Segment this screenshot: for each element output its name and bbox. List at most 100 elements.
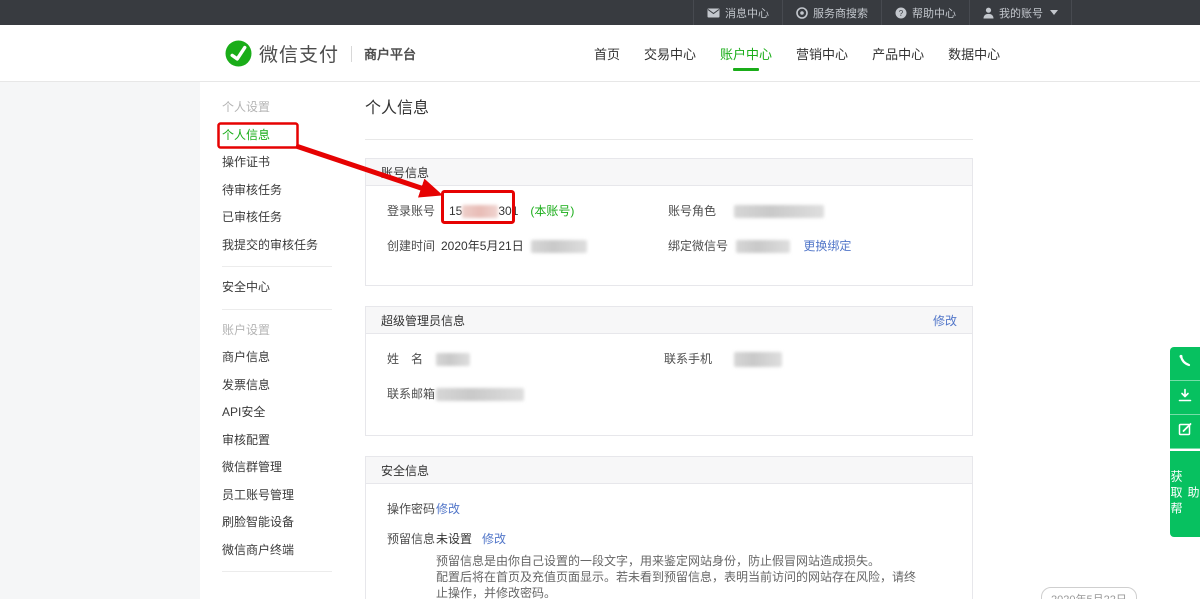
sidebar-item-my-submitted-tasks[interactable]: 我提交的审核任务 [200, 232, 345, 260]
topbar-item-message-center[interactable]: 消息中心 [693, 0, 783, 25]
admin-email-value [436, 385, 524, 403]
password-edit-link[interactable]: 修改 [436, 500, 460, 518]
reserved-info-status: 未设置 [436, 530, 472, 548]
header: 微信支付 商户平台 首页 交易中心 账户中心 营销中心 产品中心 数据中心 [0, 25, 1200, 82]
security-info-header: 安全信息 [366, 457, 972, 484]
sidebar-item-operation-certificate[interactable]: 操作证书 [200, 149, 345, 177]
sidebar-item-wechat-group-management[interactable]: 微信群管理 [200, 454, 345, 482]
topbar-item-help-center[interactable]: ? 帮助中心 [882, 0, 970, 25]
nav-item-marketing-center[interactable]: 营销中心 [794, 25, 850, 82]
admin-edit-link[interactable]: 修改 [933, 312, 957, 329]
brand-name: 微信支付 [259, 40, 339, 67]
user-icon [983, 7, 994, 19]
get-help-button[interactable]: 获取帮助 [1170, 451, 1200, 537]
sidebar-item-face-smart-device[interactable]: 刷脸智能设备 [200, 509, 345, 537]
sidebar-item-reviewed-tasks[interactable]: 已审核任务 [200, 204, 345, 232]
login-account-row: 登录账号 15301(本账号) 账号角色 [366, 202, 972, 237]
login-account-prefix: 15 [449, 204, 462, 218]
sidebar-divider [222, 266, 332, 267]
login-account-suffix: 301 [498, 204, 518, 218]
account-info-title: 账号信息 [381, 164, 429, 181]
brand: 微信支付 商户平台 [225, 25, 416, 82]
feedback-button[interactable] [1170, 415, 1200, 449]
sidebar: 个人设置 个人信息 操作证书 待审核任务 已审核任务 我提交的审核任务 安全中心… [200, 82, 345, 599]
floating-help-widget: 获取帮助 [1170, 347, 1200, 537]
sidebar-item-invoice-info[interactable]: 发票信息 [200, 372, 345, 400]
reserved-info-description: 预留信息是由你自己设置的一段文字，用来鉴定网站身份，防止假冒网站造成损失。 配置… [436, 553, 916, 599]
sidebar-group-account-settings: 账户设置 [200, 317, 345, 345]
sidebar-divider [222, 309, 332, 310]
sidebar-item-merchant-info[interactable]: 商户信息 [200, 344, 345, 372]
date-chip: 2020年5月22日 [1041, 587, 1137, 599]
admin-info-body: 姓 名 联系手机 联系邮箱 [366, 334, 972, 420]
sidebar-item-personal-info[interactable]: 个人信息 [200, 122, 345, 150]
security-info-section: 安全信息 操作密码 修改 预留信息 未设置 修改 预留信息是由你自己设置的一段文… [365, 456, 973, 599]
login-account-label: 登录账号 [387, 202, 435, 220]
redacted-wechat-id [736, 240, 790, 253]
nav-item-product-center[interactable]: 产品中心 [870, 25, 926, 82]
reserved-desc-line2: 配置后将在首页及充值页面显示。若未看到预留信息，表明当前访问的网站存在风险，请终… [436, 569, 916, 599]
search-icon [796, 7, 808, 19]
topbar-item-provider-search[interactable]: 服务商搜索 [783, 0, 882, 25]
redacted-phone [734, 352, 782, 367]
nav-item-transaction-center[interactable]: 交易中心 [642, 25, 698, 82]
admin-email-row: 联系邮箱 [366, 385, 972, 420]
rebind-link[interactable]: 更换绑定 [803, 239, 851, 253]
brand-divider [351, 46, 352, 62]
sidebar-item-wechat-merchant-terminal[interactable]: 微信商户终端 [200, 537, 345, 565]
redacted-role [734, 205, 824, 218]
reserved-desc-line1: 预留信息是由你自己设置的一段文字，用来鉴定网站身份，防止假冒网站造成损失。 [436, 553, 916, 569]
sidebar-item-staff-account-management[interactable]: 员工账号管理 [200, 482, 345, 510]
topbar: 消息中心 服务商搜索 ? 帮助中心 我的账号 [0, 0, 1200, 25]
created-time-label: 创建时间 [387, 237, 435, 255]
admin-name-value [436, 350, 470, 368]
nav-item-home[interactable]: 首页 [592, 25, 622, 82]
bound-wechat-value: 更换绑定 [736, 237, 851, 255]
account-info-section: 账号信息 登录账号 15301(本账号) 账号角色 创建时间 2020年5月21… [365, 158, 973, 286]
reserved-info-label: 预留信息 [387, 530, 435, 548]
redacted-login-middle [462, 205, 498, 218]
topbar-item-my-account[interactable]: 我的账号 [970, 0, 1072, 25]
help-icon: ? [895, 7, 907, 19]
sidebar-item-api-security[interactable]: API安全 [200, 399, 345, 427]
topbar-item-label: 我的账号 [999, 5, 1043, 21]
admin-phone-value [734, 350, 782, 368]
created-time-row: 创建时间 2020年5月21日 绑定微信号 更换绑定 [366, 237, 972, 272]
admin-info-section: 超级管理员信息 修改 姓 名 联系手机 联系邮箱 [365, 306, 973, 436]
sidebar-divider [222, 571, 332, 572]
reserved-edit-link[interactable]: 修改 [482, 530, 506, 548]
portal-name: 商户平台 [364, 44, 416, 63]
account-info-header: 账号信息 [366, 159, 972, 186]
admin-info-header: 超级管理员信息 修改 [366, 307, 972, 334]
download-icon [1178, 388, 1192, 407]
topbar-items: 消息中心 服务商搜索 ? 帮助中心 我的账号 [693, 0, 1072, 25]
security-info-body: 操作密码 修改 预留信息 未设置 修改 预留信息是由你自己设置的一段文字，用来鉴… [366, 484, 972, 599]
sidebar-item-pending-review-tasks[interactable]: 待审核任务 [200, 177, 345, 205]
wechat-pay-logo-icon [225, 40, 252, 67]
created-time-value: 2020年5月21日 [441, 237, 587, 255]
phone-icon [1178, 354, 1192, 373]
sidebar-item-security-center[interactable]: 安全中心 [200, 274, 345, 302]
nav-item-account-center[interactable]: 账户中心 [718, 25, 774, 82]
bound-wechat-label: 绑定微信号 [668, 237, 728, 255]
created-date-text: 2020年5月21日 [441, 239, 524, 253]
mail-icon [707, 8, 720, 18]
admin-name-label: 姓 名 [387, 350, 423, 368]
feedback-icon [1178, 422, 1192, 441]
security-info-title: 安全信息 [381, 462, 429, 479]
chevron-down-icon [1050, 10, 1058, 15]
topbar-item-label: 服务商搜索 [813, 5, 868, 21]
sidebar-item-review-config[interactable]: 审核配置 [200, 427, 345, 455]
nav-item-data-center[interactable]: 数据中心 [946, 25, 1002, 82]
download-button[interactable] [1170, 381, 1200, 415]
topbar-item-label: 帮助中心 [912, 5, 956, 21]
operation-password-row: 操作密码 修改 [366, 500, 972, 530]
page: 消息中心 服务商搜索 ? 帮助中心 我的账号 [0, 0, 1200, 599]
redacted-email [436, 388, 524, 401]
left-gray-panel [0, 82, 200, 599]
admin-email-label: 联系邮箱 [387, 385, 435, 403]
phone-contact-button[interactable] [1170, 347, 1200, 381]
redacted-name [436, 353, 470, 366]
admin-info-title: 超级管理员信息 [381, 312, 465, 329]
sidebar-group-personal-settings: 个人设置 [200, 94, 345, 122]
